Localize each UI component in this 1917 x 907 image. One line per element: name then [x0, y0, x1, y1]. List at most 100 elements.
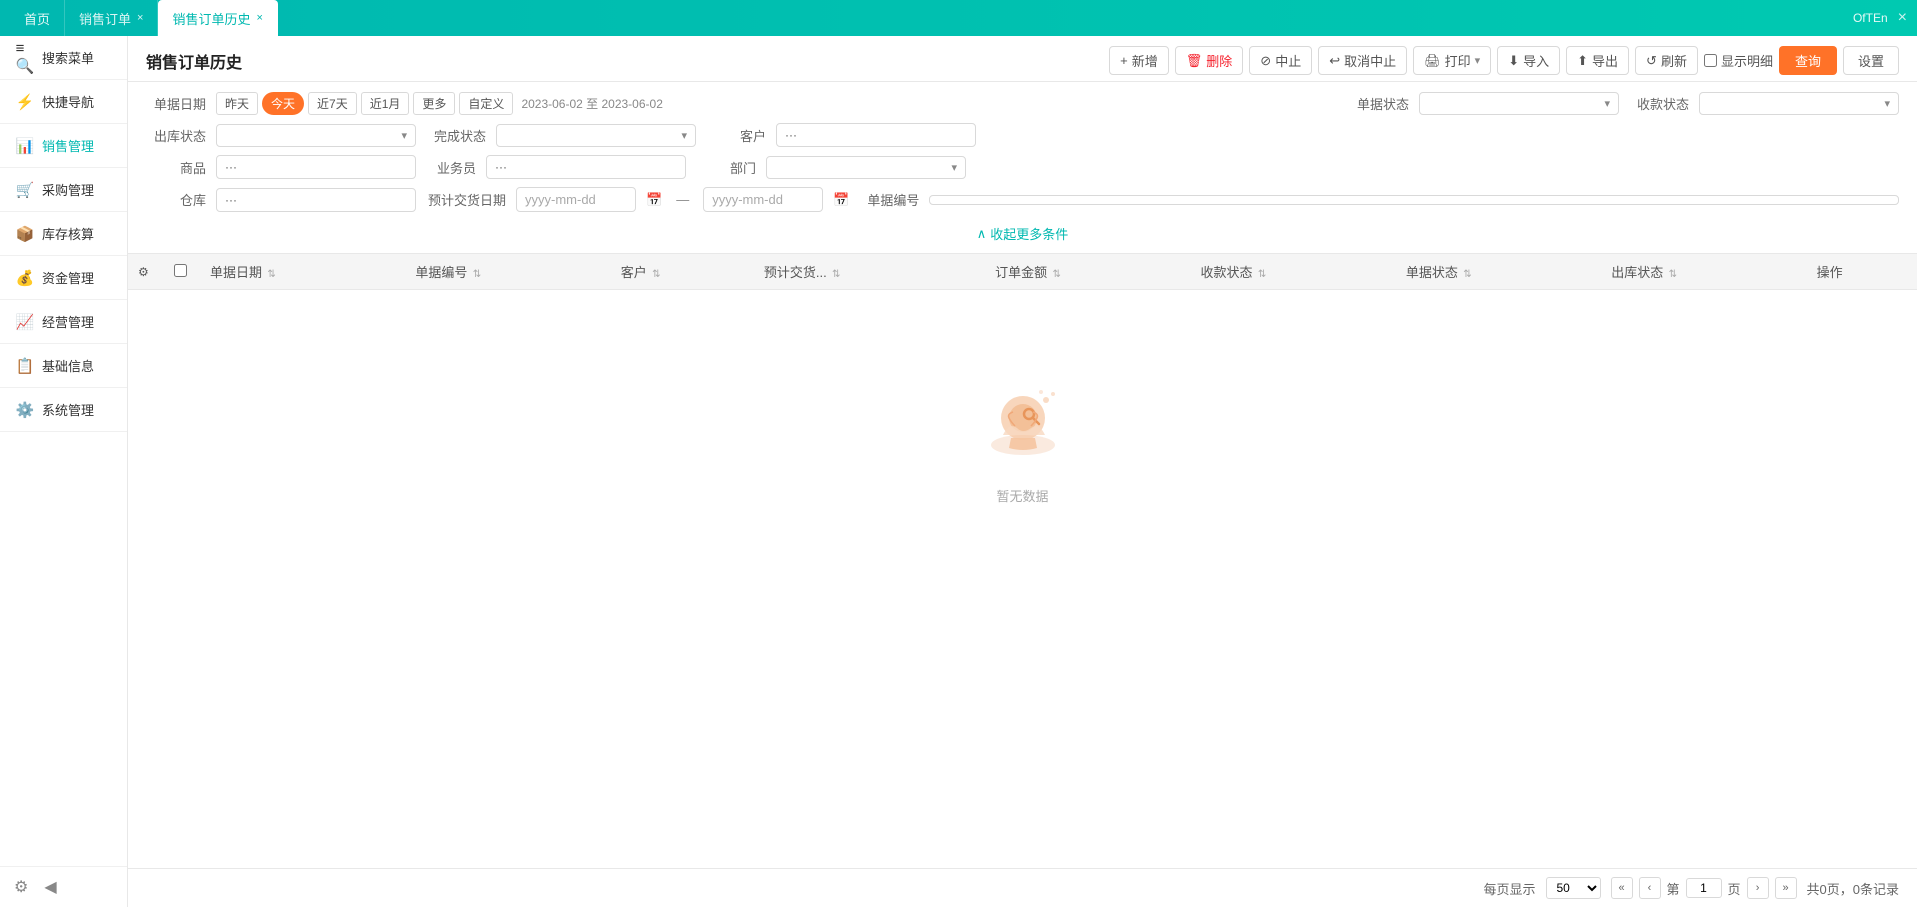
- empty-state: 暂无数据: [128, 290, 1917, 585]
- tab-sales-order[interactable]: 销售订单 ×: [65, 0, 158, 36]
- col-doc-status-sort[interactable]: ⇅: [1463, 269, 1471, 280]
- date-more[interactable]: 更多: [413, 92, 455, 115]
- sidebar-item-sales-mgmt[interactable]: 📊 销售管理: [0, 124, 127, 168]
- date-yesterday[interactable]: 昨天: [216, 92, 258, 115]
- col-doc-no-sort[interactable]: ⇅: [473, 269, 481, 280]
- date-filter-control: 昨天 今天 近7天 近1月 更多 自定义 2023-06-02 至 2023-0…: [216, 92, 1339, 115]
- sidebar-item-sys-mgmt[interactable]: ⚙️ 系统管理: [0, 388, 127, 432]
- complete-status-select[interactable]: ▾: [496, 124, 696, 147]
- payment-status-chevron: ▾: [1884, 97, 1890, 110]
- refresh-button[interactable]: ↺ 刷新: [1635, 46, 1698, 75]
- col-delivery-status-sort[interactable]: ⇅: [1669, 269, 1677, 280]
- sidebar-item-capital-mgmt[interactable]: 💰 资金管理: [0, 256, 127, 300]
- salesman-select[interactable]: ···: [486, 155, 686, 179]
- page-header: 销售订单历史 + 新增 🗑 删除 ⊘ 中止 ↩ 取消中止: [128, 36, 1917, 82]
- complete-label: 完成状态: [426, 126, 486, 145]
- select-all-checkbox[interactable]: [174, 264, 187, 277]
- page-input[interactable]: [1686, 878, 1722, 898]
- calendar-start-icon[interactable]: 📅: [646, 192, 662, 208]
- inventory-icon: 📦: [16, 225, 34, 243]
- tab-sales-order-history-label: 销售订单历史: [172, 9, 250, 28]
- display-detail-checkbox[interactable]: [1704, 54, 1717, 67]
- tab-home-label: 首页: [24, 9, 50, 28]
- doc-status-select[interactable]: ▾: [1419, 92, 1619, 115]
- print-dropdown-icon: ▾: [1475, 54, 1481, 67]
- col-customer: 客户 ⇅: [611, 254, 754, 290]
- print-icon: 🖨: [1424, 53, 1441, 69]
- prev-page-button[interactable]: ‹: [1639, 877, 1661, 899]
- sidebar-item-inventory[interactable]: 📦 库存核算: [0, 212, 127, 256]
- payment-status-select[interactable]: ▾: [1699, 92, 1899, 115]
- doc-no-input[interactable]: [929, 195, 1899, 205]
- col-doc-status: 单据状态 ⇅: [1396, 254, 1601, 290]
- col-customer-label: 客户: [621, 265, 647, 280]
- import-button[interactable]: ⬇ 导入: [1497, 46, 1560, 75]
- topbar-close-icon[interactable]: ×: [1898, 9, 1907, 27]
- col-payment-status-sort[interactable]: ⇅: [1258, 269, 1266, 280]
- doc-status-chevron: ▾: [1604, 97, 1610, 110]
- new-button[interactable]: + 新增: [1109, 46, 1169, 75]
- tab-sales-order-history[interactable]: 销售订单历史 ×: [158, 0, 277, 36]
- stop-button[interactable]: ⊘ 中止: [1249, 46, 1312, 75]
- collapse-button[interactable]: ∧ 收起更多条件: [977, 224, 1069, 243]
- sidebar-item-search-menu[interactable]: ≡🔍 搜索菜单: [0, 36, 127, 80]
- per-page-select[interactable]: 10 20 50 100: [1546, 877, 1601, 899]
- sidebar-collapse-icon[interactable]: ◀: [44, 877, 56, 897]
- date-today[interactable]: 今天: [262, 92, 304, 115]
- cancel-stop-button[interactable]: ↩ 取消中止: [1318, 46, 1407, 75]
- delete-icon: 🗑: [1186, 53, 1203, 69]
- warehouse-select[interactable]: ···: [216, 188, 416, 212]
- col-doc-date-sort[interactable]: ⇅: [267, 269, 275, 280]
- empty-state-row: 暂无数据: [128, 290, 1917, 586]
- col-order-amount-sort[interactable]: ⇅: [1053, 269, 1061, 280]
- print-label: 打印: [1445, 51, 1471, 70]
- col-checkbox[interactable]: [164, 254, 200, 290]
- delete-label: 删除: [1206, 51, 1232, 70]
- setting-button[interactable]: 设置: [1843, 46, 1899, 75]
- export-button[interactable]: ⬆ 导出: [1566, 46, 1629, 75]
- date-custom[interactable]: 自定义: [459, 92, 513, 115]
- col-customer-sort[interactable]: ⇅: [652, 269, 660, 280]
- col-expected-delivery-sort[interactable]: ⇅: [832, 269, 840, 280]
- complete-status-chevron: ▾: [681, 129, 687, 142]
- col-settings[interactable]: ⚙: [128, 254, 164, 290]
- search-menu-icon: ≡🔍: [16, 49, 34, 67]
- sidebar-item-basic-info[interactable]: 📋 基础信息: [0, 344, 127, 388]
- sidebar-item-operations[interactable]: 📈 经营管理: [0, 300, 127, 344]
- col-doc-status-label: 单据状态: [1406, 265, 1458, 280]
- table-header-row: ⚙ 单据日期 ⇅ 单据编号 ⇅ 客户: [128, 254, 1917, 290]
- new-label: 新增: [1132, 51, 1158, 70]
- basic-info-icon: 📋: [16, 357, 34, 375]
- sidebar-settings-icon[interactable]: ⚙: [14, 877, 28, 897]
- last-page-button[interactable]: »: [1775, 877, 1797, 899]
- col-doc-no-label: 单据编号: [415, 265, 467, 280]
- refresh-label: 刷新: [1661, 51, 1687, 70]
- page-label: 第: [1667, 879, 1680, 898]
- date-1month[interactable]: 近1月: [361, 92, 410, 115]
- expected-date-start[interactable]: yyyy-mm-dd: [516, 187, 636, 212]
- top-bar-right: OfTEn ×: [1853, 9, 1907, 27]
- first-page-button[interactable]: «: [1611, 877, 1633, 899]
- date-7days[interactable]: 近7天: [308, 92, 357, 115]
- sidebar-item-purchase-mgmt[interactable]: 🛒 采购管理: [0, 168, 127, 212]
- page-title: 销售订单历史: [146, 49, 242, 73]
- delete-button[interactable]: 🗑 删除: [1175, 46, 1244, 75]
- goods-select[interactable]: ···: [216, 155, 416, 179]
- tab-home[interactable]: 首页: [10, 0, 65, 36]
- delivery-status-select[interactable]: ▾: [216, 124, 416, 147]
- col-operations-label: 操作: [1817, 265, 1843, 280]
- close-sales-order-history-tab[interactable]: ×: [256, 12, 262, 24]
- print-button[interactable]: 🖨 打印 ▾: [1413, 46, 1491, 75]
- empty-text: 暂无数据: [996, 486, 1048, 505]
- dept-select[interactable]: ▾: [766, 156, 966, 179]
- col-order-amount: 订单金额 ⇅: [985, 254, 1190, 290]
- next-page-button[interactable]: ›: [1747, 877, 1769, 899]
- close-sales-order-tab[interactable]: ×: [137, 12, 143, 24]
- customer-select[interactable]: ···: [776, 123, 976, 147]
- expected-date-end[interactable]: yyyy-mm-dd: [703, 187, 823, 212]
- query-button[interactable]: 查询: [1779, 46, 1837, 75]
- sidebar-item-quick-nav[interactable]: ⚡ 快捷导航: [0, 80, 127, 124]
- tab-sales-order-label: 销售订单: [79, 9, 131, 28]
- date-range-text: 2023-06-02 至 2023-06-02: [521, 95, 662, 112]
- calendar-end-icon[interactable]: 📅: [833, 192, 849, 208]
